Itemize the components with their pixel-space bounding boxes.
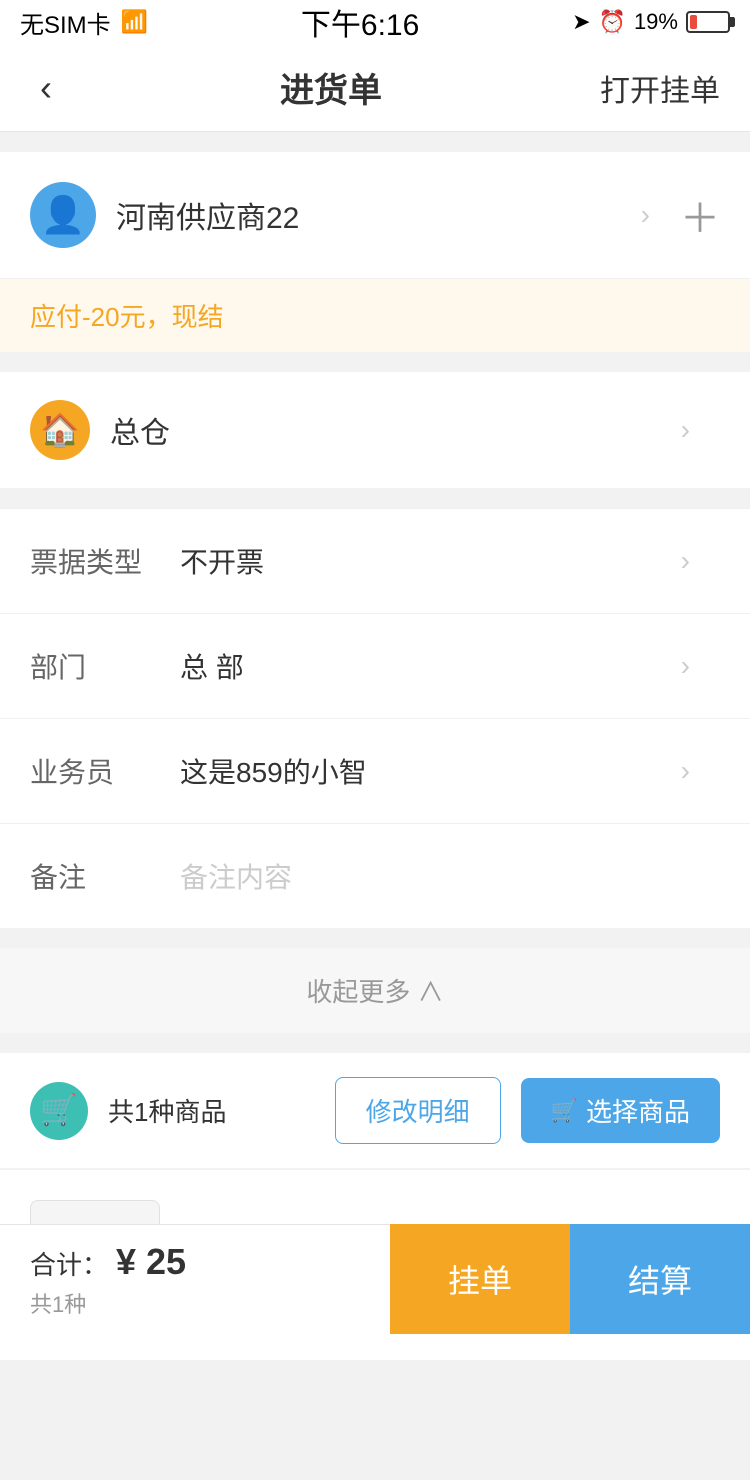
edit-detail-button[interactable]: 修改明细 — [335, 1077, 501, 1144]
total-area: 合计： ¥ 25 共1种 — [0, 1224, 390, 1334]
status-bar-time: 下午6:16 — [301, 0, 419, 44]
status-bar-right: ➤ ⏰ 19% — [572, 9, 730, 35]
alarm-icon: ⏰ — [599, 9, 626, 35]
total-count: 共1种 — [30, 1287, 360, 1319]
supplier-row[interactable]: 👤 河南供应商22 › ＋ — [0, 152, 750, 279]
sales-value: 这是859的小智 — [160, 751, 681, 791]
supplier-section: 👤 河南供应商22 › ＋ 应付-20元，现结 — [0, 152, 750, 352]
product-icon: 🛒 — [30, 1082, 88, 1140]
collapse-button[interactable]: 收起更多 ∧ — [0, 948, 750, 1033]
warning-banner: 应付-20元，现结 — [0, 279, 750, 352]
back-button[interactable]: ‹ — [30, 57, 62, 119]
select-product-icon: 🛒 — [551, 1098, 578, 1124]
chevron-right-icon: › — [641, 199, 650, 231]
supplier-avatar: 👤 — [30, 182, 96, 248]
open-pending-button[interactable]: 打开挂单 — [600, 66, 720, 110]
dept-value: 总 部 — [160, 646, 681, 686]
invoice-label: 票据类型 — [30, 541, 160, 581]
dept-row[interactable]: 部门 总 部 › — [0, 613, 750, 718]
wifi-icon: 📶 — [121, 9, 148, 35]
form-section: 票据类型 不开票 › 部门 总 部 › 业务员 这是859的小智 › 备注 备注… — [0, 508, 750, 928]
checkout-button[interactable]: 结算 — [570, 1224, 750, 1334]
battery-icon — [686, 11, 730, 33]
invoice-value: 不开票 — [160, 541, 681, 581]
supplier-name: 河南供应商22 — [116, 193, 641, 237]
home-icon: 🏠 — [40, 411, 80, 449]
chevron-right-icon: › — [681, 414, 690, 446]
dept-label: 部门 — [30, 646, 160, 686]
product-count: 共1种商品 — [108, 1092, 315, 1129]
page-title: 进货单 — [280, 63, 382, 112]
location-icon: ➤ — [572, 9, 590, 35]
bottom-bar: 合计： ¥ 25 共1种 挂单 结算 — [0, 1224, 750, 1334]
chevron-right-icon: › — [681, 650, 690, 682]
invoice-type-row[interactable]: 票据类型 不开票 › — [0, 508, 750, 613]
sales-label: 业务员 — [30, 751, 160, 791]
warehouse-icon: 🏠 — [30, 400, 90, 460]
select-product-label: 选择商品 — [586, 1092, 690, 1129]
pending-button[interactable]: 挂单 — [390, 1224, 570, 1334]
remark-placeholder: 备注内容 — [160, 856, 720, 896]
warehouse-name: 总仓 — [110, 408, 681, 452]
add-button[interactable]: ＋ — [680, 186, 720, 244]
product-header: 🛒 共1种商品 修改明细 🛒 选择商品 — [0, 1053, 750, 1168]
total-amount: ¥ 25 — [116, 1241, 186, 1283]
battery-percent: 19% — [634, 9, 678, 35]
cart-icon: 🛒 — [40, 1093, 77, 1128]
warehouse-row[interactable]: 🏠 总仓 › — [0, 372, 750, 488]
person-icon: 👤 — [41, 194, 86, 236]
chevron-right-icon: › — [681, 545, 690, 577]
battery-fill — [690, 15, 697, 29]
remark-row[interactable]: 备注 备注内容 — [0, 823, 750, 928]
nav-bar: ‹ 进货单 打开挂单 — [0, 44, 750, 132]
warehouse-section: 🏠 总仓 › — [0, 372, 750, 488]
status-bar: 无SIM卡 📶 下午6:16 ➤ ⏰ 19% — [0, 0, 750, 44]
collapse-label: 收起更多 ∧ — [306, 972, 443, 1009]
select-product-button[interactable]: 🛒 选择商品 — [521, 1078, 720, 1143]
carrier-text: 无SIM卡 — [20, 5, 111, 40]
chevron-right-icon: › — [681, 755, 690, 787]
total-label: 合计： — [30, 1245, 108, 1282]
status-bar-left: 无SIM卡 📶 — [20, 5, 148, 40]
remark-label: 备注 — [30, 856, 160, 896]
sales-row[interactable]: 业务员 这是859的小智 › — [0, 718, 750, 823]
